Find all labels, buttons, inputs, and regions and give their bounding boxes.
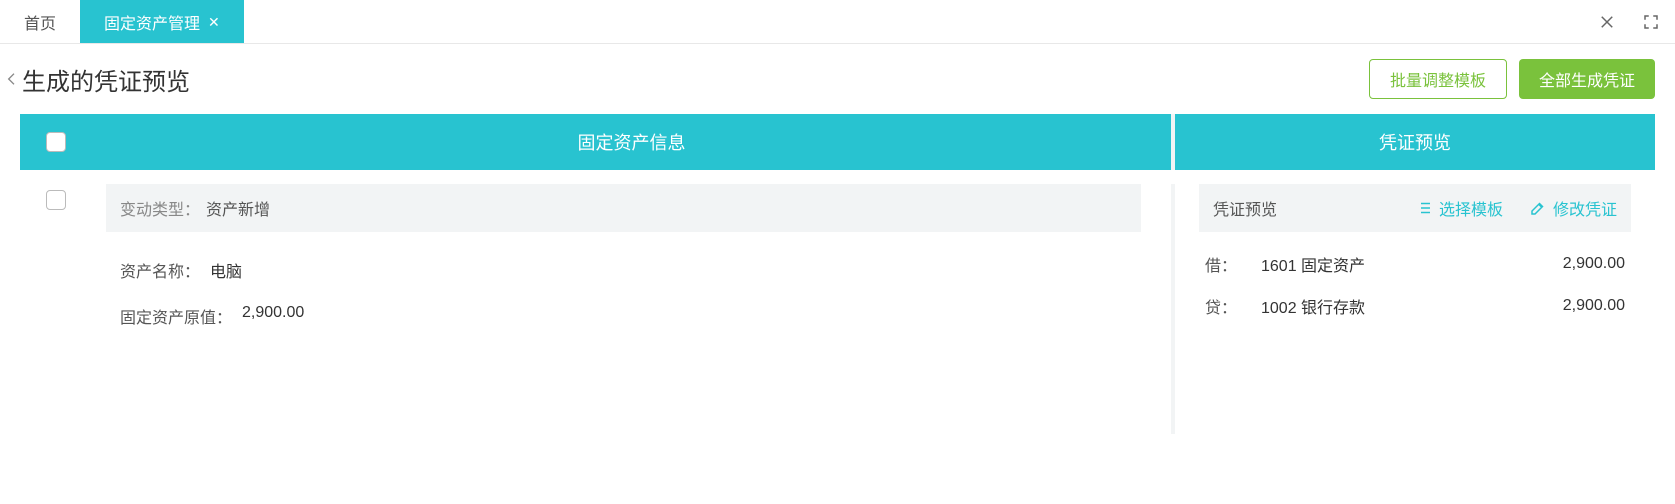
- orig-value-value: 2,900.00: [242, 304, 304, 328]
- voucher-line-dir: 贷：: [1205, 294, 1261, 318]
- change-type-value: 资产新增: [206, 196, 270, 220]
- asset-orig-value-line: 固定资产原值： 2,900.00: [120, 304, 1127, 328]
- asset-name-value: 电脑: [210, 258, 242, 282]
- asset-name-label: 资产名称：: [120, 258, 200, 282]
- select-template-label: 选择模板: [1439, 196, 1503, 220]
- voucher-line-amount: 2,900.00: [1515, 255, 1625, 273]
- batch-adjust-template-button[interactable]: 批量调整模板: [1369, 59, 1507, 99]
- edit-icon: [1529, 199, 1547, 217]
- page-header: 生成的凭证预览 批量调整模板 全部生成凭证: [0, 44, 1675, 114]
- list-icon: [1415, 199, 1433, 217]
- asset-name-line: 资产名称： 电脑: [120, 258, 1127, 282]
- voucher-line-dir: 借：: [1205, 252, 1261, 276]
- voucher-line: 借： 1601 固定资产 2,900.00: [1205, 252, 1625, 276]
- row-checkbox[interactable]: [46, 190, 66, 210]
- voucher-line-account: 1601 固定资产: [1261, 252, 1515, 276]
- content: 固定资产信息 凭证预览 变动类型： 资产新增 资产名称： 电脑 固定资产原值: [0, 114, 1675, 454]
- voucher-lines: 借： 1601 固定资产 2,900.00 贷： 1002 银行存款 2,900…: [1199, 232, 1631, 318]
- table-body: 变动类型： 资产新增 资产名称： 电脑 固定资产原值： 2,900.00 凭: [20, 170, 1655, 434]
- voucher-preview-title: 凭证预览: [1213, 196, 1389, 220]
- orig-value-label: 固定资产原值：: [120, 304, 232, 328]
- fullscreen-button[interactable]: [1635, 6, 1667, 38]
- edit-voucher-link[interactable]: 修改凭证: [1529, 196, 1617, 220]
- page-title: 生成的凭证预览: [22, 62, 190, 97]
- asset-info-cell: 变动类型： 资产新增 资产名称： 电脑 固定资产原值： 2,900.00: [92, 184, 1175, 434]
- asset-details: 资产名称： 电脑 固定资产原值： 2,900.00: [106, 232, 1141, 360]
- voucher-line: 贷： 1002 银行存款 2,900.00: [1205, 294, 1625, 318]
- change-type-label: 变动类型：: [120, 196, 200, 220]
- select-template-link[interactable]: 选择模板: [1415, 196, 1503, 220]
- voucher-line-amount: 2,900.00: [1515, 297, 1625, 315]
- voucher-preview-cell: 凭证预览 选择模板 修改凭证 借： 1601 固定资产 2,900.00: [1175, 184, 1655, 434]
- close-window-button[interactable]: [1591, 6, 1623, 38]
- generate-all-vouchers-button[interactable]: 全部生成凭证: [1519, 59, 1655, 99]
- tab-home[interactable]: 首页: [0, 0, 80, 43]
- th-checkbox: [20, 132, 92, 152]
- edit-voucher-label: 修改凭证: [1553, 196, 1617, 220]
- back-chevron-icon[interactable]: [0, 71, 22, 87]
- tab-assets[interactable]: 固定资产管理 ✕: [80, 0, 244, 43]
- th-asset-info: 固定资产信息: [92, 114, 1175, 170]
- voucher-line-account: 1002 银行存款: [1261, 294, 1515, 318]
- asset-change-type-bar: 变动类型： 资产新增: [106, 184, 1141, 232]
- row-checkbox-cell: [20, 184, 92, 210]
- th-voucher-preview: 凭证预览: [1175, 129, 1655, 155]
- tab-home-label: 首页: [24, 10, 56, 34]
- voucher-top-bar: 凭证预览 选择模板 修改凭证: [1199, 184, 1631, 232]
- tab-bar: 首页 固定资产管理 ✕: [0, 0, 1675, 44]
- tab-assets-label: 固定资产管理: [104, 10, 200, 34]
- tab-bar-actions: [1591, 0, 1667, 44]
- table-head: 固定资产信息 凭证预览: [20, 114, 1655, 170]
- table-row: 变动类型： 资产新增 资产名称： 电脑 固定资产原值： 2,900.00 凭: [20, 170, 1655, 434]
- close-icon[interactable]: ✕: [208, 15, 220, 29]
- select-all-checkbox[interactable]: [46, 132, 66, 152]
